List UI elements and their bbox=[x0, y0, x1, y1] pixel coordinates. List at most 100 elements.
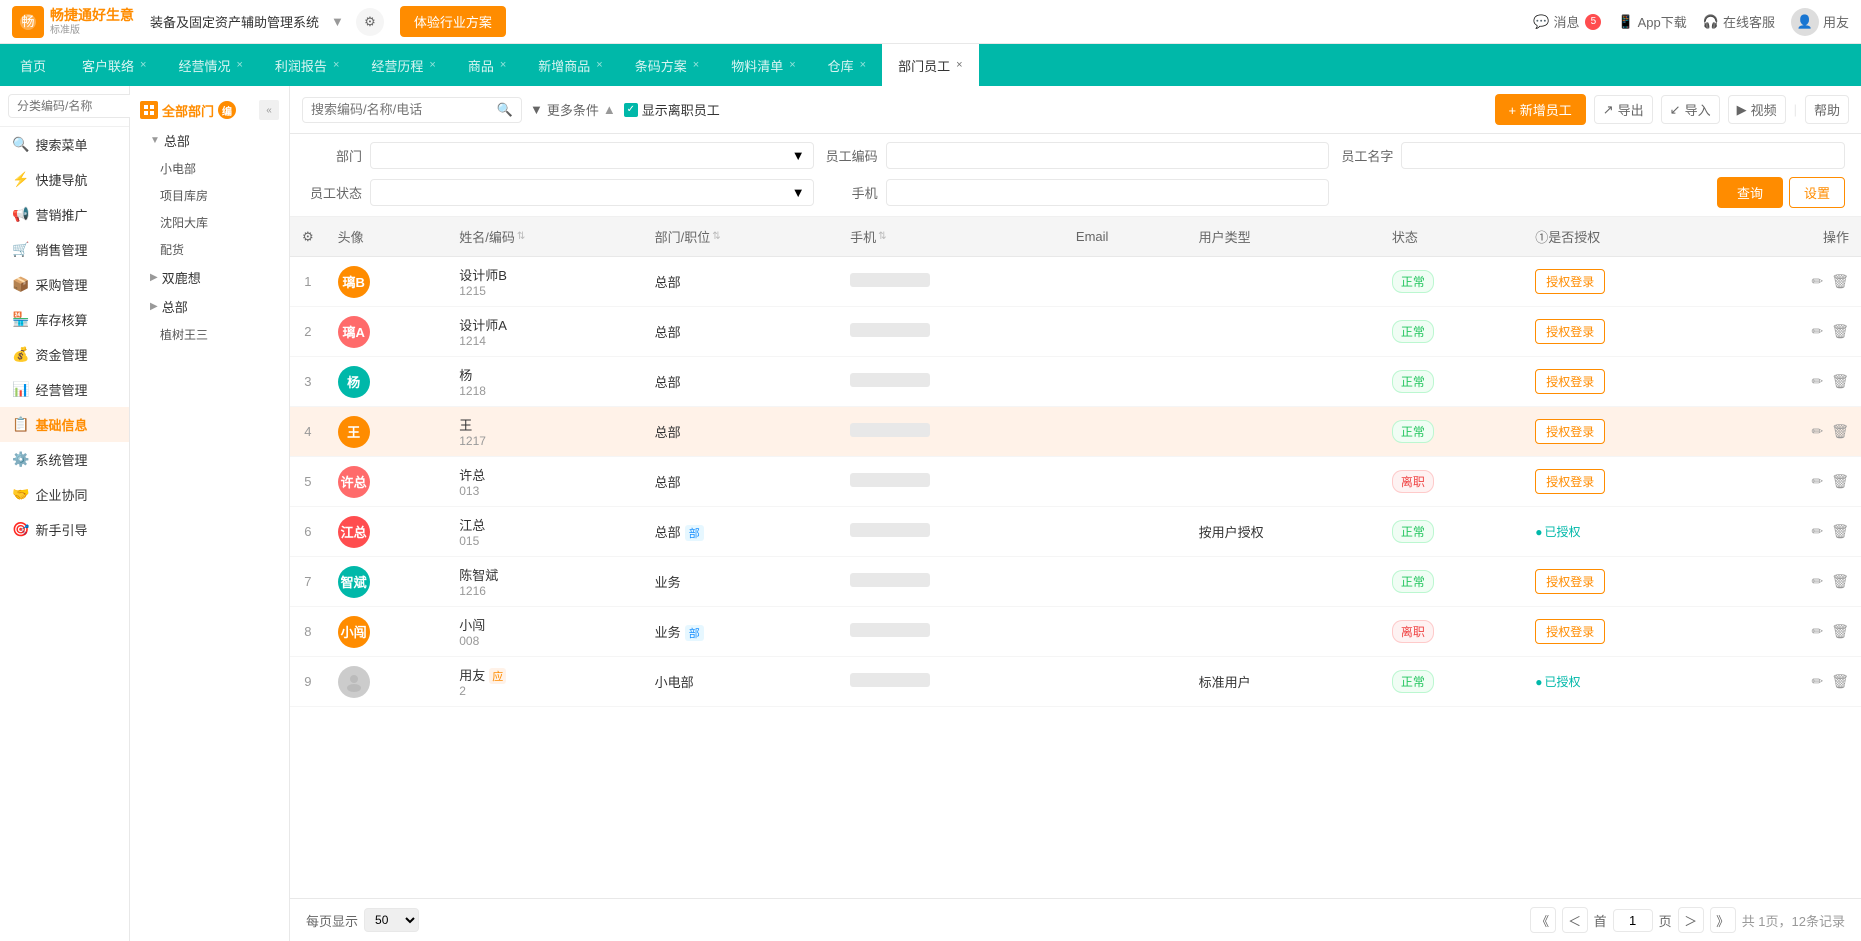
help-button[interactable]: 帮助 bbox=[1805, 95, 1849, 124]
close-tab-icon[interactable]: × bbox=[236, 59, 242, 71]
delete-icon[interactable]: 🗑 bbox=[1831, 473, 1849, 490]
sidebar-item-marketing[interactable]: 📢营销推广 bbox=[0, 197, 129, 232]
user-menu[interactable]: 👤 用友 bbox=[1791, 8, 1849, 36]
page-size-select[interactable]: 50 100 bbox=[364, 908, 419, 932]
sidebar-item-operation[interactable]: 📊经营管理 bbox=[0, 372, 129, 407]
close-tab-icon[interactable]: × bbox=[789, 59, 795, 71]
last-page-button[interactable]: 》 bbox=[1710, 907, 1736, 933]
sidebar-item-enterprise[interactable]: 🤝企业协同 bbox=[0, 477, 129, 512]
emp-code-input[interactable] bbox=[886, 142, 1330, 169]
import-button[interactable]: ↙ 导入 bbox=[1661, 95, 1720, 124]
close-tab-icon[interactable]: × bbox=[693, 59, 699, 71]
dept-tree-item[interactable]: ▶总部 bbox=[130, 292, 289, 321]
edit-icon[interactable]: ✏ bbox=[1811, 323, 1823, 340]
phone-input[interactable] bbox=[886, 179, 1330, 206]
edit-icon[interactable]: ✏ bbox=[1811, 473, 1823, 490]
query-button[interactable]: 查询 bbox=[1717, 177, 1783, 208]
sidebar-item-system[interactable]: ⚙️系统管理 bbox=[0, 442, 129, 477]
close-tab-icon[interactable]: × bbox=[140, 59, 146, 71]
more-filter-button[interactable]: ▼ 更多条件 ▲ bbox=[530, 100, 616, 119]
sidebar-item-shortcut[interactable]: ⚡快捷导航 bbox=[0, 162, 129, 197]
close-tab-icon[interactable]: × bbox=[429, 59, 435, 71]
sidebar-item-guide[interactable]: 🎯新手引导 bbox=[0, 512, 129, 547]
edit-icon[interactable]: ✏ bbox=[1811, 673, 1823, 690]
next-page-button[interactable]: ＞ bbox=[1678, 907, 1704, 933]
edit-icon[interactable]: ✏ bbox=[1811, 373, 1823, 390]
close-tab-icon[interactable]: × bbox=[596, 59, 602, 71]
sidebar-item-basic[interactable]: 📋基础信息 bbox=[0, 407, 129, 442]
auth-button[interactable]: 授权登录 bbox=[1535, 569, 1605, 594]
sidebar-item-sales[interactable]: 🛒销售管理 bbox=[0, 232, 129, 267]
nav-tab-客户联络[interactable]: 客户联络× bbox=[66, 44, 162, 86]
add-employee-button[interactable]: + 新增员工 bbox=[1495, 94, 1586, 125]
dept-collapse-button[interactable]: « bbox=[259, 100, 279, 120]
close-tab-icon[interactable]: × bbox=[860, 59, 866, 71]
auth-button[interactable]: 授权登录 bbox=[1535, 369, 1605, 394]
delete-icon[interactable]: 🗑 bbox=[1831, 673, 1849, 690]
edit-icon[interactable]: ✏ bbox=[1811, 273, 1823, 290]
employee-search-input[interactable] bbox=[311, 102, 493, 117]
nav-tab-条码方案[interactable]: 条码方案× bbox=[619, 44, 715, 86]
sidebar-item-purchase[interactable]: 📦采购管理 bbox=[0, 267, 129, 302]
dept-tree-item[interactable]: ▶双鹿想 bbox=[130, 263, 289, 292]
auth-button[interactable]: 授权登录 bbox=[1535, 419, 1605, 444]
nav-tab-首页[interactable]: 首页 bbox=[0, 44, 66, 86]
nav-tab-仓库[interactable]: 仓库× bbox=[812, 44, 882, 86]
th-dept[interactable]: 部门/职位⇅ bbox=[643, 217, 838, 257]
delete-icon[interactable]: 🗑 bbox=[1831, 373, 1849, 390]
first-page-button[interactable]: 《 bbox=[1530, 907, 1556, 933]
edit-icon[interactable]: ✏ bbox=[1811, 623, 1823, 640]
sidebar-item-search[interactable]: 🔍搜索菜单 bbox=[0, 127, 129, 162]
emp-status-select[interactable]: ▼ bbox=[370, 179, 814, 206]
auth-button[interactable]: 授权登录 bbox=[1535, 319, 1605, 344]
nav-tab-新增商品[interactable]: 新增商品× bbox=[522, 44, 618, 86]
th-phone[interactable]: 手机⇅ bbox=[838, 217, 1064, 257]
dept-sub-item[interactable]: 小电部 bbox=[130, 155, 289, 182]
edit-icon[interactable]: ✏ bbox=[1811, 523, 1823, 540]
dept-sub-item[interactable]: 配货 bbox=[130, 236, 289, 263]
delete-icon[interactable]: 🗑 bbox=[1831, 323, 1849, 340]
sidebar-item-finance[interactable]: 💰资金管理 bbox=[0, 337, 129, 372]
nav-tab-经营情况[interactable]: 经营情况× bbox=[162, 44, 258, 86]
reset-button[interactable]: 设置 bbox=[1789, 177, 1845, 208]
nav-tab-利润报告[interactable]: 利润报告× bbox=[259, 44, 355, 86]
dept-all-link[interactable]: 全部部门 编 bbox=[140, 101, 236, 120]
nav-tab-商品[interactable]: 商品× bbox=[452, 44, 522, 86]
edit-icon[interactable]: ✏ bbox=[1811, 423, 1823, 440]
auth-button[interactable]: 授权登录 bbox=[1535, 619, 1605, 644]
th-settings[interactable]: ⚙ bbox=[290, 217, 326, 257]
online-service-button[interactable]: 🎧 在线客服 bbox=[1703, 12, 1775, 31]
delete-icon[interactable]: 🗑 bbox=[1831, 273, 1849, 290]
dept-sub-item[interactable]: 项目库房 bbox=[130, 182, 289, 209]
page-number-input[interactable] bbox=[1613, 909, 1653, 932]
delete-icon[interactable]: 🗑 bbox=[1831, 423, 1849, 440]
edit-icon[interactable]: ✏ bbox=[1811, 573, 1823, 590]
sidebar-item-inventory[interactable]: 🏪库存核算 bbox=[0, 302, 129, 337]
close-tab-icon[interactable]: × bbox=[333, 59, 339, 71]
nav-tab-部门员工[interactable]: 部门员工× bbox=[882, 44, 978, 86]
delete-icon[interactable]: 🗑 bbox=[1831, 523, 1849, 540]
nav-tab-物料清单[interactable]: 物料清单× bbox=[715, 44, 811, 86]
close-tab-icon[interactable]: × bbox=[956, 59, 962, 71]
delete-icon[interactable]: 🗑 bbox=[1831, 623, 1849, 640]
settings-icon[interactable]: ⚙ bbox=[356, 8, 384, 36]
close-tab-icon[interactable]: × bbox=[500, 59, 506, 71]
export-button[interactable]: ↗ 导出 bbox=[1594, 95, 1653, 124]
dept-tree-item[interactable]: ▼总部 bbox=[130, 126, 289, 155]
delete-icon[interactable]: 🗑 bbox=[1831, 573, 1849, 590]
th-name[interactable]: 姓名/编码⇅ bbox=[447, 217, 642, 257]
view-button[interactable]: ▶ 视频 bbox=[1728, 95, 1786, 124]
auth-button[interactable]: 授权登录 bbox=[1535, 269, 1605, 294]
message-button[interactable]: 💬 消息 5 bbox=[1533, 12, 1601, 31]
show-resigned-toggle[interactable]: ✓ 显示离职员工 bbox=[624, 100, 720, 119]
title-dropdown-icon[interactable]: ▼ bbox=[331, 14, 344, 29]
dept-sub-item[interactable]: 沈阳大库 bbox=[130, 209, 289, 236]
dept-sub-item[interactable]: 植树王三 bbox=[130, 321, 289, 348]
auth-button[interactable]: 授权登录 bbox=[1535, 469, 1605, 494]
emp-name-input[interactable] bbox=[1401, 142, 1845, 169]
dept-filter-select[interactable]: ▼ bbox=[370, 142, 814, 169]
app-download-button[interactable]: 📱 App下载 bbox=[1617, 12, 1686, 31]
experience-button[interactable]: 体验行业方案 bbox=[400, 6, 506, 37]
prev-page-button[interactable]: ＜ bbox=[1562, 907, 1588, 933]
nav-tab-经营历程[interactable]: 经营历程× bbox=[355, 44, 451, 86]
